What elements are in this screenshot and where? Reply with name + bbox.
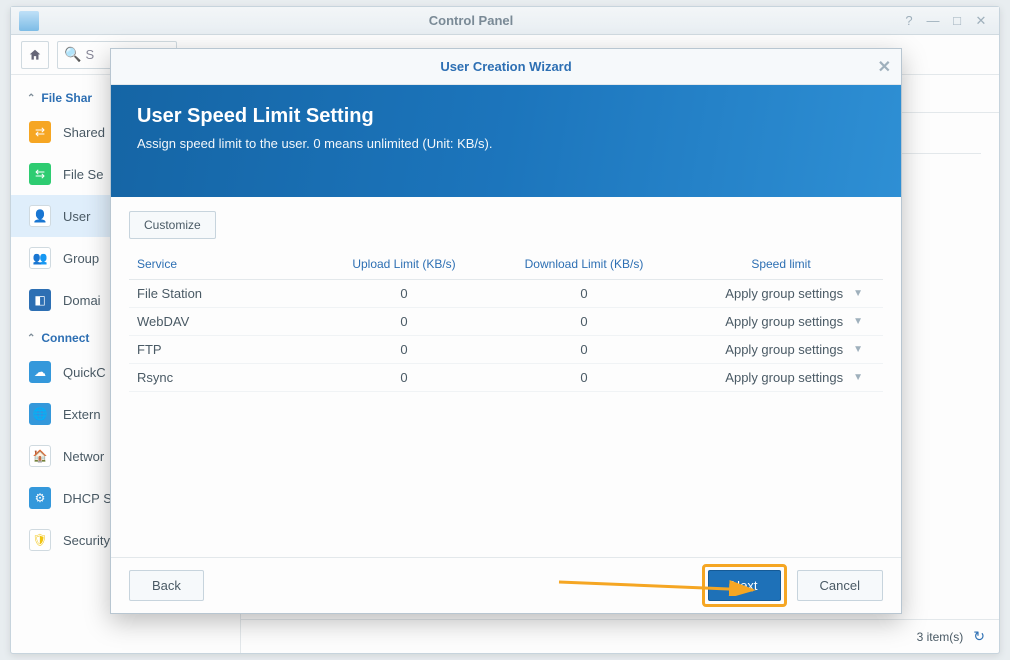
modal-title: User Creation Wizard: [440, 59, 571, 74]
table-row[interactable]: File Station 0 0 Apply group settings▼: [129, 280, 883, 308]
col-download[interactable]: Download Limit (KB/s): [489, 257, 679, 271]
modal-footer: Back Next Cancel: [111, 557, 901, 613]
user-creation-wizard-modal: User Creation Wizard ✕ User Speed Limit …: [110, 48, 902, 614]
chevron-down-icon: ▼: [853, 288, 863, 299]
cell-speed-limit-dropdown[interactable]: Apply group settings▼: [679, 342, 883, 357]
modal-banner: User Speed Limit Setting Assign speed li…: [111, 85, 901, 197]
modal-body: Customize Service Upload Limit (KB/s) Do…: [111, 197, 901, 557]
col-service[interactable]: Service: [129, 257, 319, 271]
dhcp-icon: ⚙: [29, 487, 51, 509]
item-count: 3 item(s): [917, 630, 964, 644]
cell-service: FTP: [129, 342, 319, 357]
cancel-button[interactable]: Cancel: [797, 570, 883, 601]
globe-icon: 🌐: [29, 403, 51, 425]
next-button[interactable]: Next: [708, 570, 781, 601]
file-services-icon: ⇆: [29, 163, 51, 185]
cell-upload: 0: [319, 370, 489, 385]
chevron-up-icon: ⌃: [27, 93, 35, 104]
col-upload[interactable]: Upload Limit (KB/s): [319, 257, 489, 271]
network-icon: 🏠: [29, 445, 51, 467]
home-icon: [28, 48, 42, 62]
titlebar: Control Panel ? — □ ✕: [11, 7, 999, 35]
modal-close-button[interactable]: ✕: [878, 57, 891, 77]
window-title: Control Panel: [47, 13, 895, 28]
chevron-down-icon: ▼: [853, 372, 863, 383]
cell-download: 0: [489, 314, 679, 329]
cloud-icon: ☁: [29, 361, 51, 383]
close-button[interactable]: ✕: [971, 13, 991, 29]
modal-titlebar: User Creation Wizard ✕: [111, 49, 901, 85]
app-icon: [19, 11, 39, 31]
speed-limit-table: Service Upload Limit (KB/s) Download Lim…: [129, 249, 883, 392]
cell-speed-limit-dropdown[interactable]: Apply group settings▼: [679, 286, 883, 301]
cell-service: WebDAV: [129, 314, 319, 329]
chevron-up-icon: ⌃: [27, 333, 35, 344]
home-button[interactable]: [21, 41, 49, 69]
cell-service: Rsync: [129, 370, 319, 385]
cell-service: File Station: [129, 286, 319, 301]
refresh-button[interactable]: ↻: [973, 628, 985, 645]
maximize-button[interactable]: □: [947, 13, 967, 29]
cell-upload: 0: [319, 286, 489, 301]
status-bar: 3 item(s) ↻: [241, 619, 999, 653]
user-icon: 👤: [29, 205, 51, 227]
col-speed-limit[interactable]: Speed limit: [679, 257, 883, 271]
back-button[interactable]: Back: [129, 570, 204, 601]
table-row[interactable]: Rsync 0 0 Apply group settings▼: [129, 364, 883, 392]
domain-icon: ◧: [29, 289, 51, 311]
cell-upload: 0: [319, 342, 489, 357]
modal-subheading: Assign speed limit to the user. 0 means …: [137, 136, 875, 151]
customize-button[interactable]: Customize: [129, 211, 216, 239]
modal-heading: User Speed Limit Setting: [137, 105, 875, 128]
search-placeholder: S: [85, 47, 94, 62]
cell-download: 0: [489, 342, 679, 357]
table-row[interactable]: FTP 0 0 Apply group settings▼: [129, 336, 883, 364]
cell-download: 0: [489, 370, 679, 385]
cell-upload: 0: [319, 314, 489, 329]
folder-share-icon: ⇄: [29, 121, 51, 143]
cell-download: 0: [489, 286, 679, 301]
help-button[interactable]: ?: [899, 13, 919, 29]
shield-icon: 🛡: [29, 529, 51, 551]
cell-speed-limit-dropdown[interactable]: Apply group settings▼: [679, 370, 883, 385]
table-header: Service Upload Limit (KB/s) Download Lim…: [129, 249, 883, 280]
chevron-down-icon: ▼: [853, 316, 863, 327]
chevron-down-icon: ▼: [853, 344, 863, 355]
search-icon: 🔍: [64, 46, 81, 63]
cell-speed-limit-dropdown[interactable]: Apply group settings▼: [679, 314, 883, 329]
table-row[interactable]: WebDAV 0 0 Apply group settings▼: [129, 308, 883, 336]
annotation-highlight: Next: [702, 564, 787, 607]
minimize-button[interactable]: —: [923, 13, 943, 29]
group-icon: 👥: [29, 247, 51, 269]
